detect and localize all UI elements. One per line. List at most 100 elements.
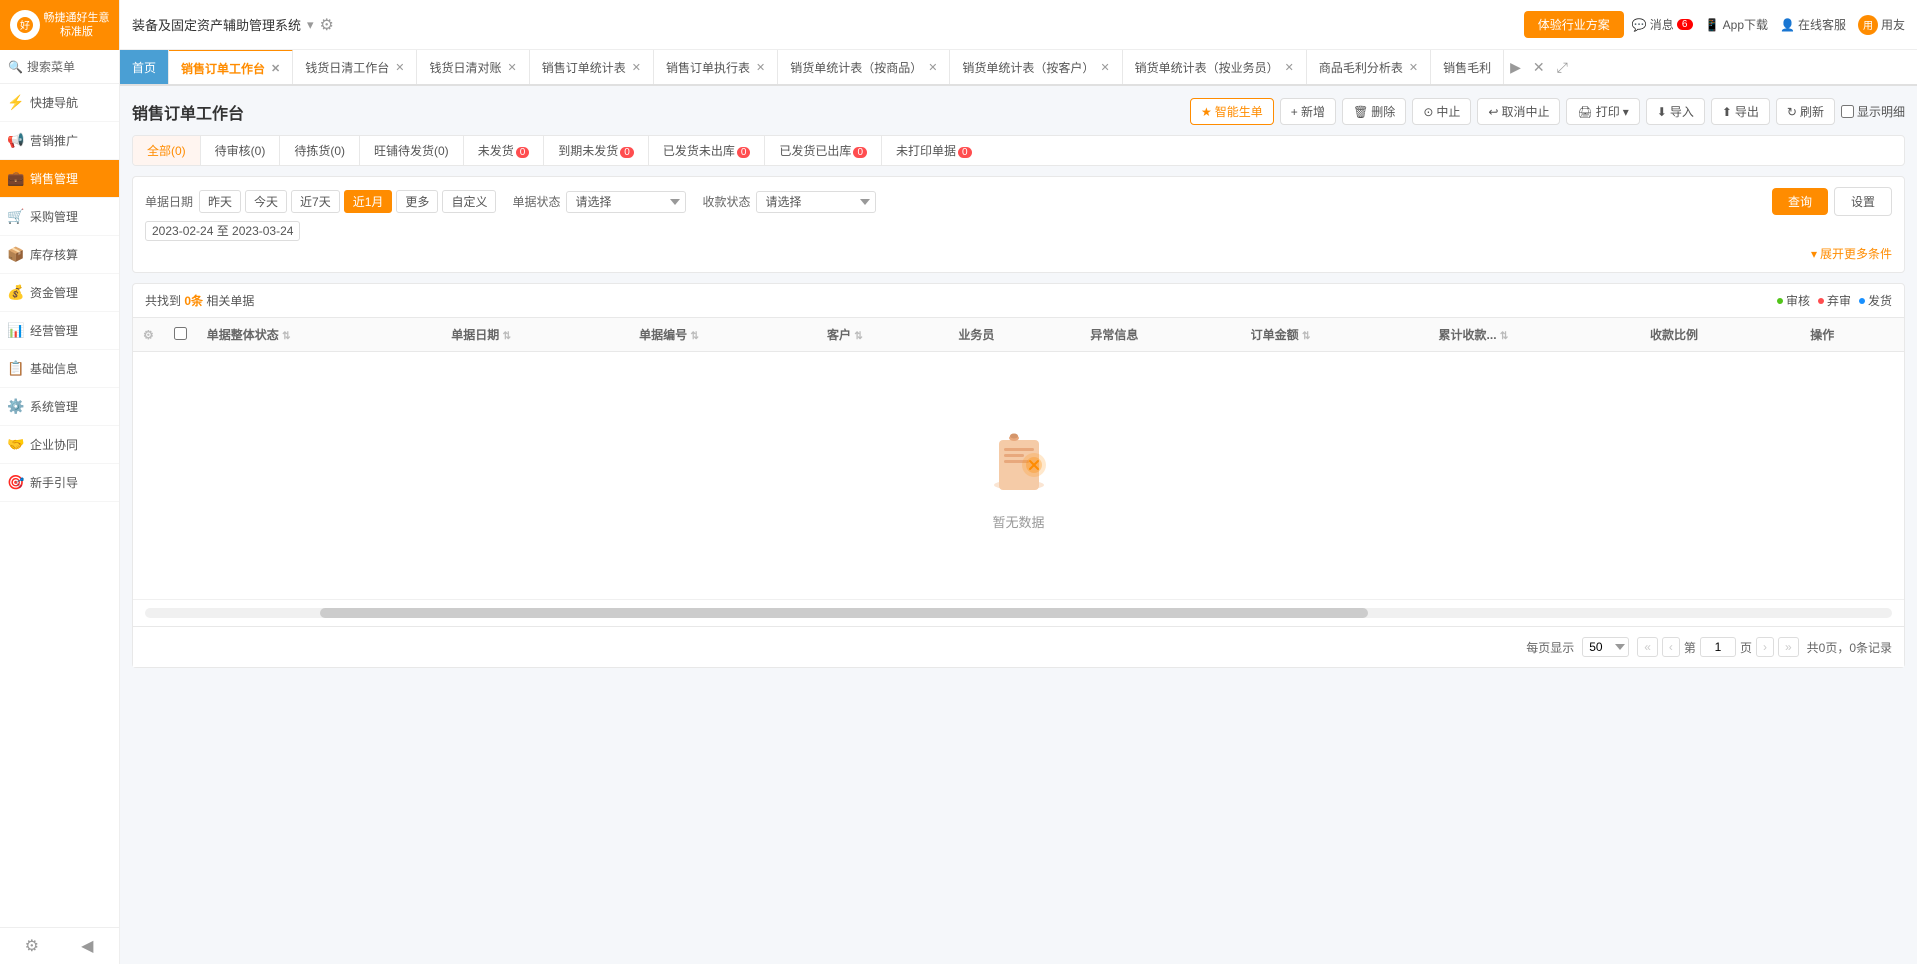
app-icon: 📱 [1705,18,1720,32]
sidebar-item-basic[interactable]: 📋 基础信息 [0,350,119,388]
tab-close-product[interactable]: ✕ [928,61,937,74]
tab-product-margin[interactable]: 商品毛利分析表 ✕ [1307,50,1431,85]
delete-btn[interactable]: 🗑 删除 [1342,98,1406,125]
tab-close-sales-order-stats[interactable]: ✕ [632,61,641,74]
query-btn[interactable]: 查询 [1772,188,1828,215]
tab-sales-stats-customer[interactable]: 销货单统计表（按客户） ✕ [950,50,1122,85]
tab-close-all[interactable]: ✕ [1527,50,1551,85]
tab-sales-order-exec[interactable]: 销售订单执行表 ✕ [654,50,778,85]
col-cumulative[interactable]: 累计收款... ⇅ [1429,318,1640,352]
sidebar-item-guide[interactable]: 🎯 新手引导 [0,464,119,502]
tab-close-exec[interactable]: ✕ [756,61,765,74]
subtab-not-printed[interactable]: 未打印单据0 [882,136,986,165]
col-date[interactable]: 单据日期 ⇅ [441,318,629,352]
ship-btn[interactable]: 发货 [1859,292,1892,309]
subtab-pending-pickup[interactable]: 待拣货(0) [280,136,360,165]
sidebar-item-marketing[interactable]: 📢 营销推广 [0,122,119,160]
date-7days[interactable]: 近7天 [291,190,340,213]
tab-nav-more[interactable]: ▶ [1504,50,1527,85]
sidebar-item-system[interactable]: ⚙️ 系统管理 [0,388,119,426]
column-settings-icon[interactable]: ⚙ [143,328,154,342]
sidebar-item-sales[interactable]: 💼 销售管理 [0,160,119,198]
tab-sales-stats-product[interactable]: 销货单统计表（按商品） ✕ [778,50,950,85]
tab-close-customer[interactable]: ✕ [1100,61,1109,74]
collapse-footer-btn[interactable]: ◀ [64,936,112,956]
date-custom[interactable]: 自定义 [442,190,496,213]
next-page-btn[interactable]: › [1756,637,1774,657]
select-all-checkbox[interactable] [174,327,187,340]
messages-action[interactable]: 💬 消息 6 [1632,16,1693,33]
date-yesterday[interactable]: 昨天 [199,190,241,213]
print-btn[interactable]: 🖨 打印 ▾ [1566,98,1639,125]
show-detail-checkbox[interactable]: 显示明细 [1841,103,1905,120]
sidebar-item-enterprise[interactable]: 🤝 企业协同 [0,426,119,464]
subtab-wangpu[interactable]: 旺铺待发货(0) [360,136,464,165]
online-service-action[interactable]: 👤 在线客服 [1780,16,1846,33]
col-status[interactable]: 单据整体状态 ⇅ [197,318,441,352]
stop-btn[interactable]: ⊙ 中止 [1412,98,1471,125]
status-select[interactable]: 请选择 [566,191,686,213]
tab-close-cash-daily[interactable]: ✕ [395,61,404,74]
tab-cash-daily[interactable]: 钱货日清工作台 ✕ [293,50,417,85]
date-more[interactable]: 更多 [396,190,438,213]
tab-sales-order-stats[interactable]: 销售订单统计表 ✕ [530,50,654,85]
payment-filter: 收款状态 请选择 [702,191,876,213]
payment-select[interactable]: 请选择 [756,191,876,213]
tab-sales-stats-salesman[interactable]: 销货单统计表（按业务员） ✕ [1123,50,1307,85]
chevron-down-icon[interactable]: ▾ [307,17,314,33]
date-today[interactable]: 今天 [245,190,287,213]
sidebar: 好 畅捷通好生意 标准版 🔍 搜索菜单 ⚡ 快捷导航 📢 营销推广 💼 销售管理… [0,0,120,964]
per-page-select[interactable]: 50 10 20 100 [1582,637,1629,657]
import-btn[interactable]: ⬇ 导入 [1646,98,1705,125]
smart-gen-btn[interactable]: ★ 智能生单 [1190,98,1274,125]
trial-btn[interactable]: 体验行业方案 [1524,11,1624,38]
setting-btn[interactable]: 设置 [1834,187,1892,216]
sidebar-item-operations[interactable]: 📊 经营管理 [0,312,119,350]
export-btn[interactable]: ⬆ 导出 [1711,98,1770,125]
col-amount[interactable]: 订单金额 ⇅ [1241,318,1429,352]
sidebar-item-inventory[interactable]: 📦 库存核算 [0,236,119,274]
tab-cash-reconcile[interactable]: 钱货日清对账 ✕ [417,50,529,85]
tab-home[interactable]: 首页 [120,50,169,85]
review-btn[interactable]: 审核 [1777,292,1810,309]
subtab-shipped-not-out[interactable]: 已发货未出库0 [649,136,766,165]
col-customer[interactable]: 客户 ⇅ [817,318,948,352]
subtab-not-shipped[interactable]: 未发货0 [464,136,545,165]
tab-close-salesman[interactable]: ✕ [1285,61,1294,74]
last-page-btn[interactable]: » [1778,637,1799,657]
tab-close-cash-reconcile[interactable]: ✕ [508,61,517,74]
tab-sales-order-workspace[interactable]: 销售订单工作台 ✕ [169,50,293,85]
settings-icon[interactable]: ⚙ [320,15,334,35]
tab-sales-profit[interactable]: 销售毛利 [1431,50,1504,85]
col-number[interactable]: 单据编号 ⇅ [629,318,817,352]
pagination: 每页显示 50 10 20 100 « ‹ 第 页 › » [133,626,1904,667]
col-payment-ratio: 收款比例 [1640,318,1800,352]
subtab-pending-review[interactable]: 待审核(0) [201,136,281,165]
action-buttons: 审核 弃审 发货 [1777,292,1892,309]
page-label: 第 [1684,639,1696,656]
prev-page-btn[interactable]: ‹ [1662,637,1680,657]
subtab-all[interactable]: 全部(0) [133,136,201,165]
page-input[interactable] [1700,637,1736,657]
first-page-btn[interactable]: « [1637,637,1658,657]
tab-maximize[interactable]: ⤢ [1551,50,1574,85]
tab-close-sales-order[interactable]: ✕ [271,62,280,75]
sidebar-item-purchase[interactable]: 🛒 采购管理 [0,198,119,236]
export-icon: ⬆ [1722,105,1732,119]
subtab-overdue[interactable]: 到期未发货0 [544,136,649,165]
refresh-btn[interactable]: ↻ 刷新 [1776,98,1835,125]
add-btn[interactable]: + 新增 [1280,98,1336,125]
expand-filter-btn[interactable]: ▾ 展开更多条件 [1811,245,1892,262]
user-action[interactable]: 用 用友 [1858,15,1905,35]
settings-footer-btn[interactable]: ⚙ [8,936,56,956]
tab-close-margin[interactable]: ✕ [1409,61,1418,74]
abandon-review-btn[interactable]: 弃审 [1818,292,1851,309]
search-menu[interactable]: 🔍 搜索菜单 [0,50,119,84]
cancel-stop-btn[interactable]: ↩ 取消中止 [1477,98,1560,125]
sidebar-item-quick-nav[interactable]: ⚡ 快捷导航 [0,84,119,122]
sidebar-item-finance[interactable]: 💰 资金管理 [0,274,119,312]
horizontal-scrollbar[interactable] [133,600,1904,626]
app-download-action[interactable]: 📱 App下载 [1705,16,1768,33]
date-1month[interactable]: 近1月 [344,190,393,213]
subtab-shipped-out[interactable]: 已发货已出库0 [765,136,882,165]
